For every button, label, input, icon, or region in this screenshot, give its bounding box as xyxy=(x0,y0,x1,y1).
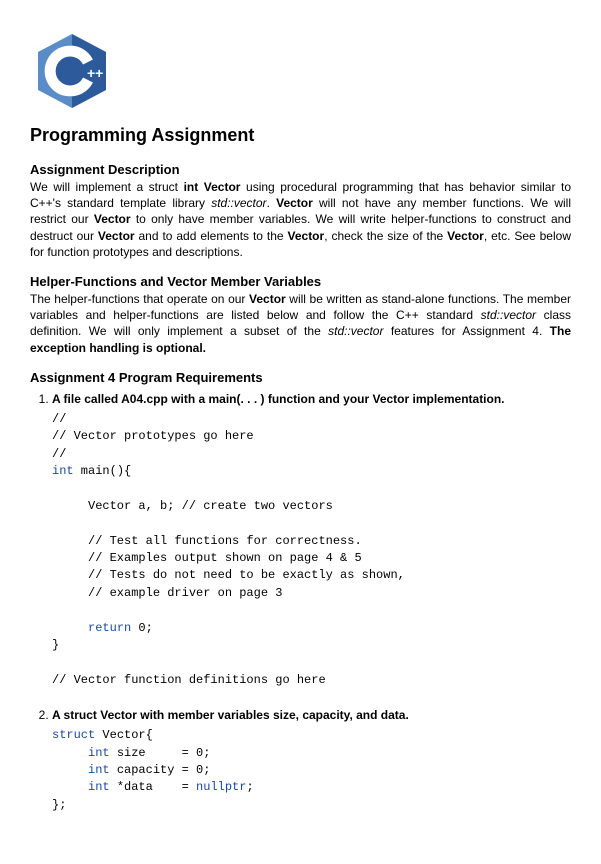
code-block: struct Vector{ int size = 0; int capacit… xyxy=(52,727,571,814)
requirements-list: A file called A04.cpp with a main(. . . … xyxy=(30,391,571,815)
svg-text:++: ++ xyxy=(87,65,103,81)
description-paragraph: We will implement a struct int Vector us… xyxy=(30,179,571,260)
cpp-logo: ++ xyxy=(30,32,571,113)
section-heading-description: Assignment Description xyxy=(30,162,571,177)
item-title: A file called A04.cpp with a main(. . . … xyxy=(52,392,505,406)
item-title: A struct Vector with member variables si… xyxy=(52,708,409,722)
section-heading-requirements: Assignment 4 Program Requirements xyxy=(30,370,571,385)
list-item: A struct Vector with member variables si… xyxy=(52,707,571,814)
helpers-paragraph: The helper-functions that operate on our… xyxy=(30,291,571,356)
list-item: A file called A04.cpp with a main(. . . … xyxy=(52,391,571,689)
section-heading-helpers: Helper-Functions and Vector Member Varia… xyxy=(30,274,571,289)
page-title: Programming Assignment xyxy=(30,125,571,146)
code-block: // // Vector prototypes go here // int m… xyxy=(52,411,571,689)
